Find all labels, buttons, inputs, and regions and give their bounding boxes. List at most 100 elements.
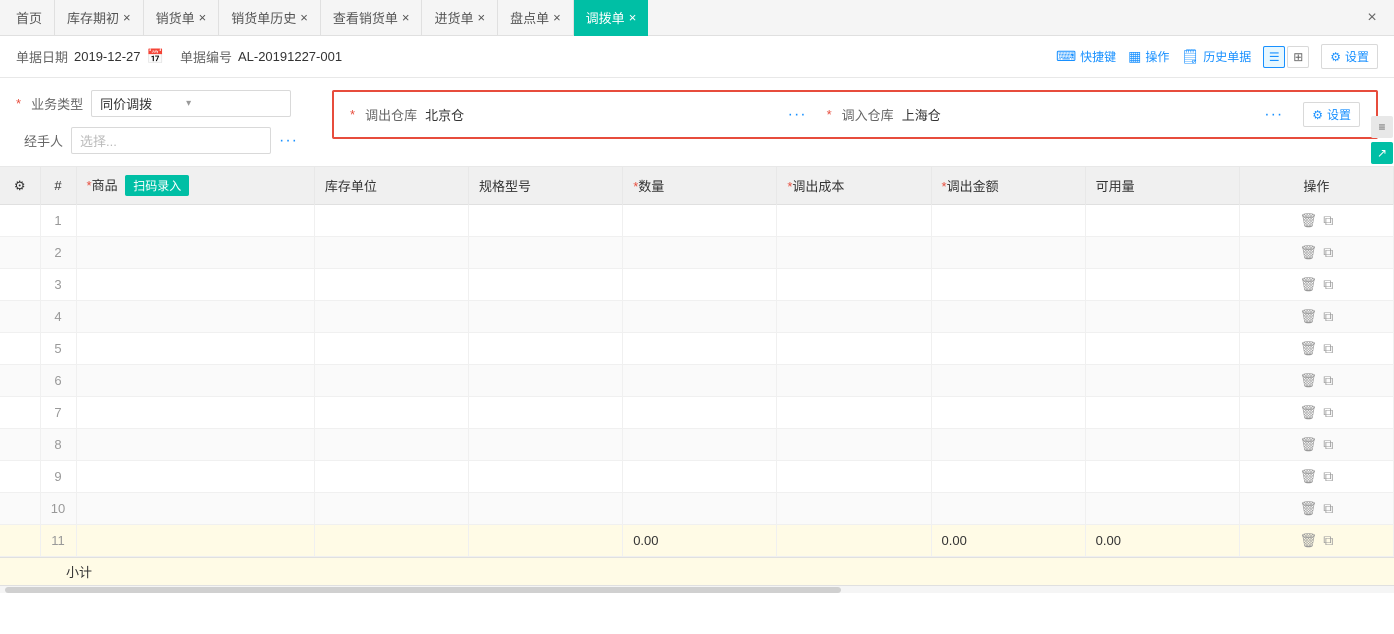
date-field: 单据日期 2019-12-27 📅: [16, 47, 164, 66]
business-type-dropdown-icon: ▾: [186, 98, 191, 109]
warehouse-out-required: *: [350, 107, 355, 122]
tab-inventory-init[interactable]: 库存期初 ×: [55, 0, 144, 36]
warehouse-section: * 调出仓库 北京仓 ··· * 调入仓库 上海仓 ··· ⚙ 设置: [350, 102, 1360, 127]
table-settings-icon: ⚙: [14, 178, 26, 193]
sidebar-expand-icon[interactable]: ↗: [1371, 142, 1393, 164]
tab-close-stocktake[interactable]: ×: [553, 10, 561, 25]
table-container: ⚙ # *商品 扫码录入 库存单位 规格型号 *数量 *调出成本: [0, 167, 1394, 634]
data-table: ⚙ # *商品 扫码录入 库存单位 规格型号 *数量 *调出成本: [0, 167, 1394, 557]
horizontal-scrollbar[interactable]: [0, 585, 1394, 593]
handler-select[interactable]: 选择...: [71, 127, 271, 154]
operations-button[interactable]: ▦ 操作: [1128, 48, 1169, 65]
copy-row-icon[interactable]: ⧉: [1323, 468, 1333, 485]
th-settings[interactable]: ⚙: [0, 167, 40, 205]
delete-row-icon[interactable]: 🗑: [1300, 436, 1318, 453]
delete-row-icon[interactable]: 🗑: [1300, 500, 1318, 517]
delete-row-icon[interactable]: 🗑: [1300, 212, 1318, 229]
warehouse-fields-panel: * 调出仓库 北京仓 ··· * 调入仓库 上海仓 ··· ⚙ 设置: [332, 90, 1378, 139]
calendar-icon[interactable]: 📅: [147, 48, 164, 65]
th-qty: *数量: [623, 167, 777, 205]
table-row: 8 🗑 ⧉: [0, 429, 1394, 461]
handler-more-button[interactable]: ···: [279, 132, 298, 150]
copy-row-icon[interactable]: ⧉: [1323, 404, 1333, 421]
window-close-button[interactable]: ×: [1354, 0, 1390, 36]
tab-sales-order[interactable]: 销货单 ×: [144, 0, 220, 36]
copy-row-icon[interactable]: ⧉: [1323, 308, 1333, 325]
business-type-select[interactable]: 同价调拨 ▾: [91, 90, 291, 117]
warehouse-in-field: * 调入仓库 上海仓 ···: [827, 105, 1284, 124]
subtotal-row: 11 0.00 0.00 0.00 🗑 ⧉: [0, 525, 1394, 557]
th-spec: 规格型号: [469, 167, 623, 205]
settings-icon-button[interactable]: ⚙ 设置: [1303, 102, 1360, 127]
tab-close-transfer[interactable]: ×: [629, 10, 637, 25]
form-left: * 业务类型 同价调拨 ▾ 经手人 选择... ···: [16, 90, 316, 154]
table-row: 3 🗑 ⧉: [0, 269, 1394, 301]
warehouse-in-required: *: [827, 107, 832, 122]
delete-row-icon[interactable]: 🗑: [1300, 404, 1318, 421]
warehouse-out-field: * 调出仓库 北京仓 ···: [350, 105, 807, 124]
delete-row-icon[interactable]: 🗑: [1300, 308, 1318, 325]
warehouse-in-more-button[interactable]: ···: [1264, 106, 1283, 124]
tab-bar: 首页 库存期初 × 销货单 × 销货单历史 × 查看销货单 × 进货单 × 盘点…: [0, 0, 1394, 36]
list-view-button[interactable]: ☰: [1263, 46, 1285, 68]
warehouse-out-more-button[interactable]: ···: [788, 106, 807, 124]
tab-sales-history[interactable]: 销货单历史 ×: [219, 0, 321, 36]
table-header-row: ⚙ # *商品 扫码录入 库存单位 规格型号 *数量 *调出成本: [0, 167, 1394, 205]
table-row: 4 🗑 ⧉: [0, 301, 1394, 333]
delete-row-icon[interactable]: 🗑: [1300, 372, 1318, 389]
table-body: 1 🗑 ⧉ 2: [0, 205, 1394, 557]
copy-row-icon[interactable]: ⧉: [1323, 372, 1333, 389]
copy-row-icon[interactable]: ⧉: [1323, 436, 1333, 453]
table-row: 9 🗑 ⧉: [0, 461, 1394, 493]
view-toggle: ☰ ⊞: [1263, 46, 1309, 68]
tab-home[interactable]: 首页: [4, 0, 55, 36]
th-ops: 操作: [1239, 167, 1393, 205]
copy-row-icon[interactable]: ⧉: [1323, 500, 1333, 517]
subtotal-label-row: 小计: [0, 557, 1394, 585]
shortcuts-button[interactable]: ⌨ 快捷键: [1056, 48, 1116, 65]
tab-close-view-sales[interactable]: ×: [402, 10, 410, 25]
th-row-num: #: [40, 167, 76, 205]
tab-purchase-order[interactable]: 进货单 ×: [422, 0, 498, 36]
history-button[interactable]: 🗒 历史单据: [1181, 48, 1251, 65]
grid-view-button[interactable]: ⊞: [1287, 46, 1309, 68]
tab-view-sales[interactable]: 查看销货单 ×: [321, 0, 423, 36]
delete-row-icon[interactable]: 🗑: [1300, 468, 1318, 485]
copy-row-icon[interactable]: ⧉: [1323, 212, 1333, 229]
business-type-required: *: [16, 96, 21, 111]
copy-row-icon[interactable]: ⧉: [1323, 276, 1333, 293]
handler-row: 经手人 选择... ···: [16, 127, 316, 154]
table-row: 6 🗑 ⧉: [0, 365, 1394, 397]
delete-row-icon[interactable]: 🗑: [1300, 244, 1318, 261]
delete-row-icon[interactable]: 🗑: [1300, 340, 1318, 357]
table-row: 1 🗑 ⧉: [0, 205, 1394, 237]
tab-close-purchase-order[interactable]: ×: [477, 10, 485, 25]
copy-row-icon[interactable]: ⧉: [1323, 340, 1333, 357]
tab-close-sales-history[interactable]: ×: [300, 10, 308, 25]
table-row: 10 🗑 ⧉: [0, 493, 1394, 525]
tab-stocktake[interactable]: 盘点单 ×: [498, 0, 574, 36]
scan-entry-button[interactable]: 扫码录入: [125, 175, 189, 196]
copy-row-icon[interactable]: ⧉: [1323, 244, 1333, 261]
form-section: * 业务类型 同价调拨 ▾ 经手人 选择... ··· * 调出仓库: [0, 78, 1394, 167]
main-content: 单据日期 2019-12-27 📅 单据编号 AL-20191227-001 ⌨…: [0, 36, 1394, 634]
tab-transfer[interactable]: 调拨单 ×: [574, 0, 649, 36]
history-icon: 🗒: [1181, 48, 1199, 65]
table-row: 2 🗑 ⧉: [0, 237, 1394, 269]
sidebar-list-icon[interactable]: ≡: [1371, 116, 1393, 138]
settings-cog-icon: ⚙: [1330, 50, 1341, 64]
gear-icon: ⚙: [1312, 108, 1323, 122]
operations-icon: ▦: [1128, 48, 1141, 65]
subtotal-copy-icon[interactable]: ⧉: [1323, 532, 1333, 549]
business-type-row: * 业务类型 同价调拨 ▾: [16, 90, 316, 117]
subtotal-delete-icon[interactable]: 🗑: [1300, 532, 1318, 549]
th-cost: *调出成本: [777, 167, 931, 205]
header-actions: ⌨ 快捷键 ▦ 操作 🗒 历史单据 ☰ ⊞ ⚙ 设置: [1056, 44, 1378, 69]
keyboard-icon: ⌨: [1056, 48, 1076, 65]
delete-row-icon[interactable]: 🗑: [1300, 276, 1318, 293]
tab-close-inventory-init[interactable]: ×: [123, 10, 131, 25]
th-amount: *调出金额: [931, 167, 1085, 205]
tab-close-sales-order[interactable]: ×: [199, 10, 207, 25]
number-field: 单据编号 AL-20191227-001: [180, 47, 342, 66]
th-available: 可用量: [1085, 167, 1239, 205]
